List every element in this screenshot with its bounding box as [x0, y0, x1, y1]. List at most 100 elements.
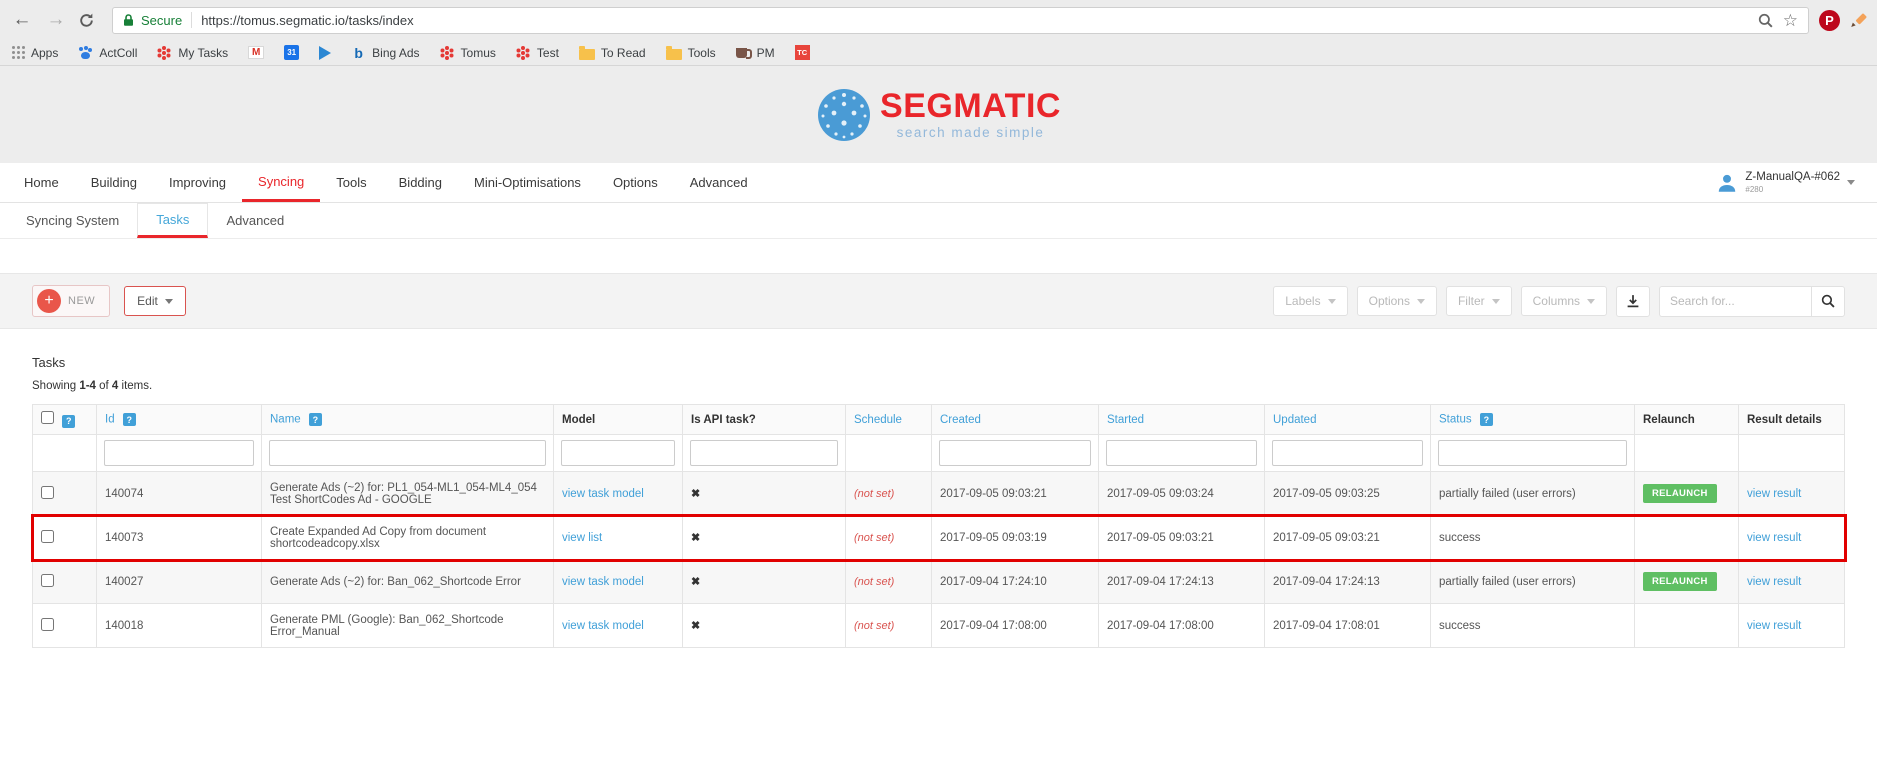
- edit-dropdown-button[interactable]: Edit: [124, 286, 186, 316]
- sort-schedule-link[interactable]: Schedule: [854, 414, 902, 426]
- nav-item-building[interactable]: Building: [75, 163, 153, 202]
- help-icon[interactable]: ?: [122, 413, 136, 426]
- bookmark-triangle[interactable]: [319, 45, 332, 60]
- filter-created-input[interactable]: [939, 440, 1091, 466]
- filter-updated-input[interactable]: [1272, 440, 1423, 466]
- relaunch-button[interactable]: RELAUNCH: [1643, 572, 1717, 591]
- table-row: 140027 Generate Ads (~2) for: Ban_062_Sh…: [32, 559, 1845, 604]
- bookmark-calendar[interactable]: 31: [284, 45, 300, 60]
- bookmark-teamcity[interactable]: TC: [794, 45, 810, 60]
- pinterest-extension-icon[interactable]: P: [1819, 9, 1840, 31]
- bookmark-gmail[interactable]: M: [248, 46, 265, 59]
- bookmark-tomus[interactable]: Tomus: [440, 46, 496, 60]
- dots-cluster-icon: [516, 46, 531, 60]
- columns-dropdown-button[interactable]: Columns: [1520, 286, 1607, 316]
- options-dropdown-button[interactable]: Options: [1356, 286, 1437, 316]
- select-all-checkbox[interactable]: [41, 411, 54, 425]
- nav-item-improving[interactable]: Improving: [153, 163, 242, 202]
- sort-id-link[interactable]: Id: [105, 414, 115, 426]
- view-result-link[interactable]: view result: [1747, 532, 1801, 544]
- url-text[interactable]: https://tomus.segmatic.io/tasks/index: [201, 13, 1751, 28]
- bookmark-star-icon[interactable]: ☆: [1783, 12, 1798, 29]
- address-bar[interactable]: Secure https://tomus.segmatic.io/tasks/i…: [112, 6, 1809, 34]
- logo-text: SEGMATIC: [880, 87, 1061, 125]
- cell-name: Generate PML (Google): Ban_062_Shortcode…: [261, 603, 554, 648]
- labels-dropdown-button[interactable]: Labels: [1273, 286, 1348, 316]
- nav-item-options[interactable]: Options: [597, 163, 674, 202]
- search-icon: [1821, 294, 1835, 308]
- view-result-link[interactable]: view result: [1747, 576, 1801, 588]
- bookmark-actcoll[interactable]: ActColl: [78, 46, 137, 60]
- filter-id-input[interactable]: [104, 440, 254, 466]
- header-id: Id ?: [96, 404, 262, 435]
- user-menu[interactable]: Z-ManualQA-#062 #280: [1716, 163, 1855, 202]
- row-checkbox[interactable]: [41, 617, 54, 631]
- bookmark-apps[interactable]: Apps: [12, 46, 58, 60]
- pencil-extension-icon[interactable]: [1849, 11, 1867, 29]
- forward-button[interactable]: →: [44, 9, 68, 31]
- subnav-item-syncing-system[interactable]: Syncing System: [8, 203, 137, 238]
- filter-name-input[interactable]: [269, 440, 546, 466]
- filter-model-input[interactable]: [561, 440, 675, 466]
- view-task-model-link[interactable]: view task model: [562, 576, 644, 588]
- new-button[interactable]: + NEW: [32, 285, 111, 317]
- subnav-item-advanced[interactable]: Advanced: [208, 203, 302, 238]
- view-task-model-link[interactable]: view task model: [562, 488, 644, 500]
- relaunch-button[interactable]: RELAUNCH: [1643, 484, 1717, 503]
- row-checkbox[interactable]: [41, 573, 54, 587]
- search-button[interactable]: [1811, 285, 1845, 317]
- subnav-item-tasks[interactable]: Tasks: [137, 203, 209, 238]
- refresh-button[interactable]: [78, 12, 102, 29]
- search-input[interactable]: [1659, 285, 1811, 317]
- row-checkbox[interactable]: [41, 485, 54, 499]
- browser-toolbar: ← → Secure https://tomus.segmatic.io/tas…: [0, 0, 1877, 40]
- help-icon[interactable]: ?: [308, 413, 322, 426]
- refresh-icon: [80, 13, 93, 27]
- zoom-icon[interactable]: [1758, 13, 1773, 28]
- cell-schedule: (not set): [854, 487, 895, 500]
- bookmark-to-read[interactable]: To Read: [578, 45, 646, 60]
- bookmark-tools[interactable]: Tools: [665, 45, 716, 60]
- cell-id: 140073: [96, 515, 262, 560]
- filter-cell-updated: [1264, 434, 1431, 472]
- view-result-link[interactable]: view result: [1747, 620, 1801, 632]
- help-icon[interactable]: ?: [1479, 413, 1493, 426]
- summary-text: items.: [118, 380, 153, 392]
- bookmark-label: PM: [756, 45, 775, 60]
- nav-item-tools[interactable]: Tools: [320, 163, 382, 202]
- nav-item-syncing[interactable]: Syncing: [242, 163, 321, 202]
- view-result-link[interactable]: view result: [1747, 488, 1801, 500]
- cell-schedule: (not set): [854, 575, 895, 588]
- bing-icon: b: [354, 44, 363, 61]
- sort-created-link[interactable]: Created: [940, 414, 981, 426]
- back-button[interactable]: ←: [10, 9, 34, 31]
- cross-icon: ✖: [691, 532, 701, 544]
- filter-is-api-input[interactable]: [690, 440, 838, 466]
- cell-status: partially failed (user errors): [1430, 559, 1635, 604]
- bookmark-bing-ads[interactable]: b Bing Ads: [351, 44, 419, 61]
- export-download-button[interactable]: [1616, 285, 1650, 317]
- header-updated: Updated: [1264, 404, 1431, 435]
- bookmark-pm[interactable]: PM: [735, 45, 775, 60]
- cell-status: success: [1430, 515, 1635, 560]
- nav-item-advanced[interactable]: Advanced: [674, 163, 764, 202]
- filter-dropdown-button[interactable]: Filter: [1445, 286, 1512, 316]
- cell-id: 140074: [96, 471, 262, 516]
- sort-started-link[interactable]: Started: [1107, 414, 1144, 426]
- view-list-link[interactable]: view list: [562, 532, 602, 544]
- filter-status-input[interactable]: [1438, 440, 1627, 466]
- nav-item-home[interactable]: Home: [8, 163, 75, 202]
- view-task-model-link[interactable]: view task model: [562, 620, 644, 632]
- help-icon[interactable]: ?: [62, 414, 76, 428]
- filter-started-input[interactable]: [1106, 440, 1257, 466]
- header-schedule: Schedule: [845, 404, 932, 435]
- nav-item-bidding[interactable]: Bidding: [383, 163, 458, 202]
- sort-updated-link[interactable]: Updated: [1273, 414, 1316, 426]
- bookmark-my-tasks[interactable]: My Tasks: [157, 46, 228, 60]
- nav-item-mini-optimisations[interactable]: Mini-Optimisations: [458, 163, 597, 202]
- bookmark-test[interactable]: Test: [516, 46, 559, 60]
- sort-status-link[interactable]: Status: [1439, 414, 1472, 426]
- row-checkbox[interactable]: [41, 529, 54, 543]
- table-row-highlighted: 140073 Create Expanded Ad Copy from docu…: [30, 513, 1847, 562]
- sort-name-link[interactable]: Name: [270, 414, 301, 426]
